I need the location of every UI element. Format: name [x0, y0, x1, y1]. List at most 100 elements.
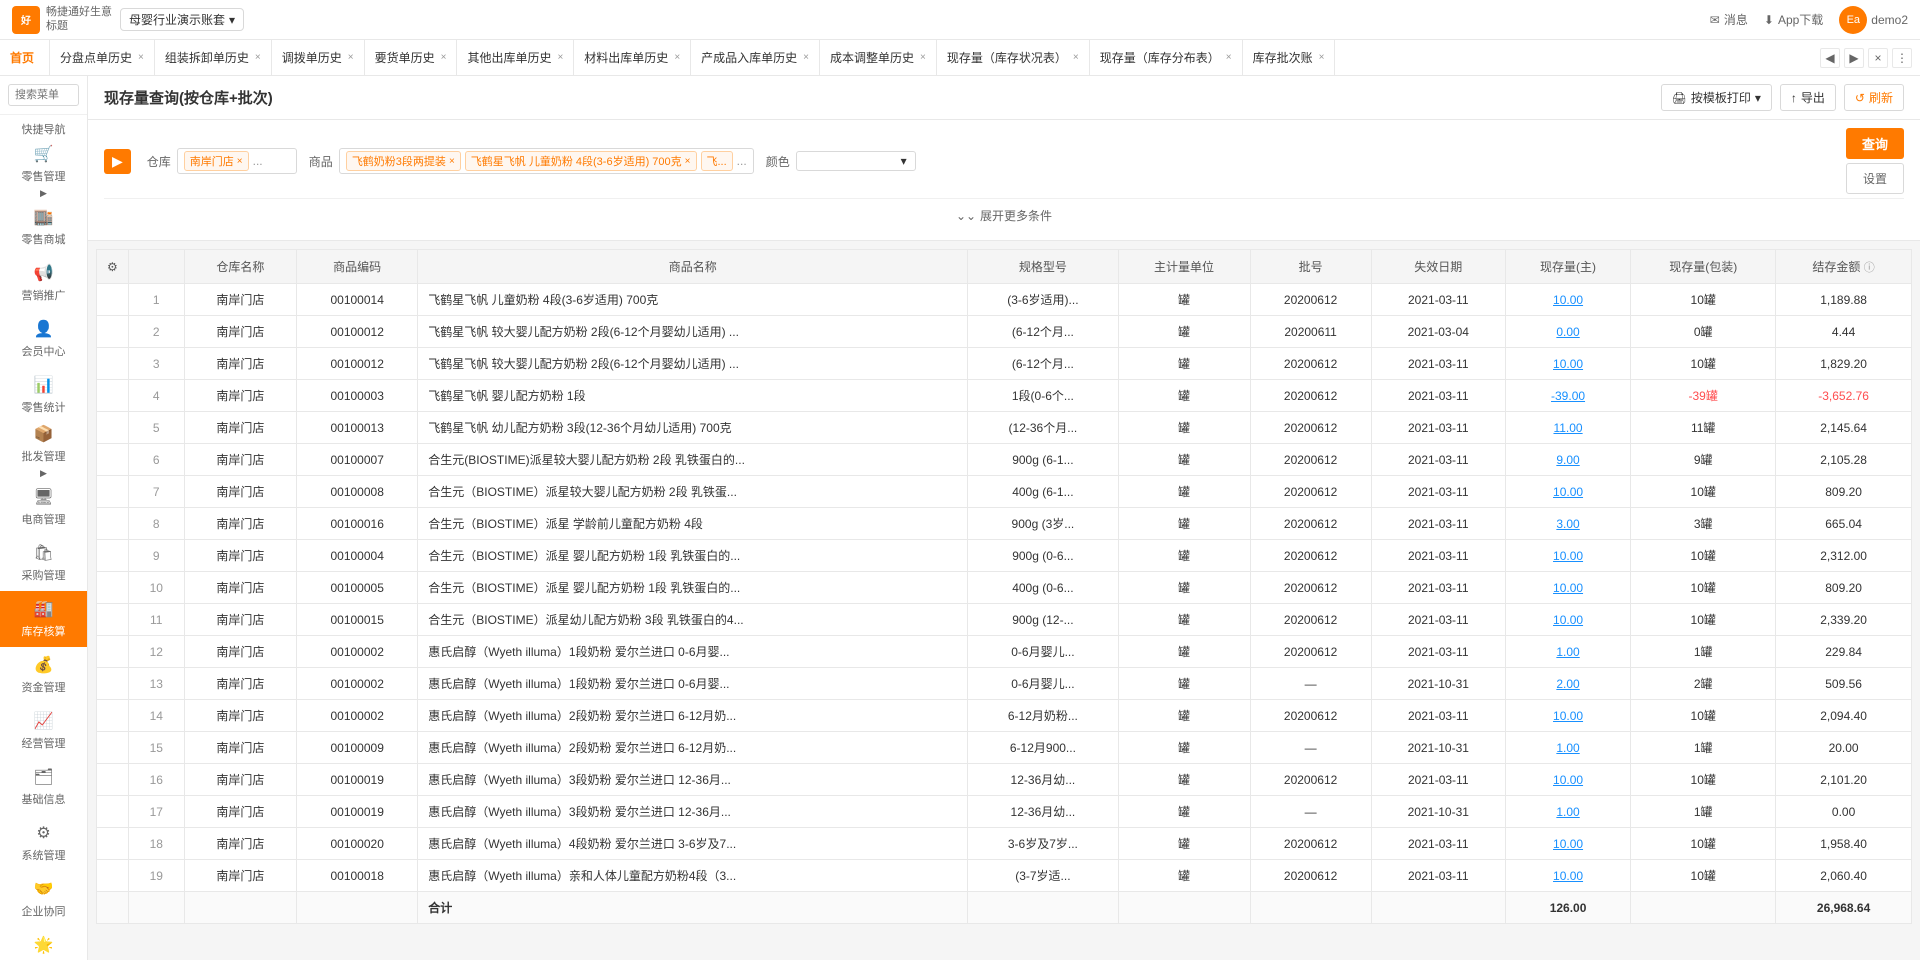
close-tab-cost-adjust[interactable]: ×: [920, 52, 926, 63]
sidebar-item-batch-mgr[interactable]: 📦 批发管理 ▶: [0, 423, 87, 479]
tabs-close-all[interactable]: ×: [1868, 48, 1888, 68]
sidebar-item-system[interactable]: ⚙ 系统管理: [0, 815, 87, 871]
tab-stock-status[interactable]: 现存量（库存状况表） ×: [937, 40, 1090, 76]
cell-spec: (6-12个月...: [968, 348, 1118, 380]
product-tag-1-close[interactable]: ×: [449, 156, 455, 167]
cell-stock-main[interactable]: 10.00: [1505, 540, 1630, 572]
close-tab-inventory-split[interactable]: ×: [138, 52, 144, 63]
expand-more-button[interactable]: ⌄⌄ 展开更多条件: [104, 203, 1904, 228]
cell-product-name: 合生元（BIOSTIME）派星幼儿配方奶粉 3段 乳铁蛋白的4...: [418, 604, 968, 636]
tab-home[interactable]: 首页: [0, 40, 50, 76]
message-button[interactable]: ✉ 消息: [1710, 11, 1748, 28]
sidebar-item-retail-mall[interactable]: 🏬 零售商城: [0, 199, 87, 255]
tab-inventory-split[interactable]: 分盘点单历史 ×: [50, 40, 155, 76]
tabs-prev[interactable]: ◀: [1820, 48, 1840, 68]
cell-warehouse: 南岸门店: [184, 348, 296, 380]
tab-other-out[interactable]: 其他出库单历史 ×: [457, 40, 574, 76]
sidebar-item-quick-nav[interactable]: 快捷导航: [0, 115, 87, 143]
cell-stock-main[interactable]: -39.00: [1505, 380, 1630, 412]
cell-stock-main[interactable]: 10.00: [1505, 572, 1630, 604]
tabs-next[interactable]: ▶: [1844, 48, 1864, 68]
cell-stock-main[interactable]: 9.00: [1505, 444, 1630, 476]
tab-stock-dist[interactable]: 现存量（库存分布表） ×: [1090, 40, 1243, 76]
tab-material-out[interactable]: 材料出库单历史 ×: [574, 40, 691, 76]
cell-stock-pkg: 10罐: [1631, 700, 1776, 732]
warehouse-filter: 仓库 南岸门店 × ...: [147, 148, 297, 174]
tabs-menu[interactable]: ⋮: [1892, 48, 1912, 68]
cell-stock-main[interactable]: 10.00: [1505, 348, 1630, 380]
product-tag-2-close[interactable]: ×: [685, 156, 691, 167]
close-tab-demand[interactable]: ×: [441, 52, 447, 63]
sidebar-item-finance[interactable]: 💰 资金管理: [0, 647, 87, 703]
cell-balance: 2,312.00: [1776, 540, 1912, 572]
user-menu[interactable]: Ea demo2: [1839, 6, 1908, 34]
warehouse-tag-container[interactable]: 南岸门店 × ...: [177, 148, 297, 174]
sidebar-search-input[interactable]: [8, 84, 79, 106]
cell-stock-main[interactable]: 10.00: [1505, 828, 1630, 860]
query-button[interactable]: 查询: [1846, 128, 1904, 159]
cell-batch: 20200612: [1250, 764, 1371, 796]
cell-stock-main[interactable]: 10.00: [1505, 860, 1630, 892]
export-button[interactable]: ↑ 导出: [1780, 84, 1836, 111]
close-tab-material-out[interactable]: ×: [674, 52, 680, 63]
cell-checkbox: [97, 700, 129, 732]
tab-disassemble[interactable]: 组装拆卸单历史 ×: [155, 40, 272, 76]
close-tab-stock-status[interactable]: ×: [1073, 52, 1079, 63]
store-selector[interactable]: 母婴行业演示账套 ▾: [120, 8, 244, 31]
warehouse-tag-close[interactable]: ×: [237, 156, 243, 167]
refresh-button[interactable]: ↺ 刷新: [1844, 84, 1904, 111]
tab-demand[interactable]: 要货单历史 ×: [365, 40, 458, 76]
sidebar-item-base-info[interactable]: 🗂 基础信息: [0, 759, 87, 815]
tab-batch-post[interactable]: 库存批次账 ×: [1243, 40, 1336, 76]
close-tab-product-in[interactable]: ×: [803, 52, 809, 63]
sidebar-item-ecommerce[interactable]: 🖥 电商管理: [0, 479, 87, 535]
close-tab-other-out[interactable]: ×: [557, 52, 563, 63]
cell-stock-main[interactable]: 0.00: [1505, 316, 1630, 348]
app-download-button[interactable]: ⬇ App下载: [1764, 11, 1823, 28]
tab-cost-adjust[interactable]: 成本调整单历史 ×: [820, 40, 937, 76]
cell-stock-main[interactable]: 10.00: [1505, 476, 1630, 508]
cell-row-num: 15: [128, 732, 184, 764]
enterprise-icon: 🤝: [34, 879, 54, 899]
balance-info-icon[interactable]: ⓘ: [1864, 262, 1875, 274]
close-tab-transfer[interactable]: ×: [348, 52, 354, 63]
members-icon: 👤: [34, 319, 54, 339]
cell-stock-main[interactable]: 10.00: [1505, 604, 1630, 636]
sidebar-item-retail-stats[interactable]: 📊 零售统计: [0, 367, 87, 423]
cell-product-code: 00100002: [297, 636, 418, 668]
sidebar-item-members[interactable]: 👤 会员中心: [0, 311, 87, 367]
tabs-actions: ◀ ▶ × ⋮: [1812, 48, 1920, 68]
sidebar-item-guide[interactable]: 🌟 新手引导: [0, 927, 87, 960]
close-tab-batch-post[interactable]: ×: [1319, 52, 1325, 63]
expand-icon-button[interactable]: ▶: [104, 149, 131, 174]
filter-area: ▶ 仓库 南岸门店 × ... 商品: [88, 120, 1920, 241]
cell-stock-main[interactable]: 3.00: [1505, 508, 1630, 540]
product-more-dots[interactable]: ...: [737, 154, 747, 168]
print-button[interactable]: 🖨 按模板打印 ▾: [1661, 84, 1772, 111]
sidebar-item-marketing[interactable]: 📢 营销推广: [0, 255, 87, 311]
tab-product-in[interactable]: 产成品入库单历史 ×: [691, 40, 820, 76]
cell-stock-main[interactable]: 10.00: [1505, 700, 1630, 732]
sidebar-item-retail[interactable]: 🛒 零售管理 ▶: [0, 143, 87, 199]
cell-stock-main[interactable]: 1.00: [1505, 732, 1630, 764]
sidebar-item-purchase[interactable]: 🛍 采购管理: [0, 535, 87, 591]
sidebar-item-ops[interactable]: 📈 经营管理: [0, 703, 87, 759]
cell-expire: 2021-03-11: [1371, 700, 1505, 732]
product-tag-container[interactable]: 飞鹤奶粉3段两提装 × 飞鹤星飞帆 儿童奶粉 4段(3-6岁适用) 700克 ×…: [339, 148, 754, 174]
sidebar-item-enterprise[interactable]: 🤝 企业协同: [0, 871, 87, 927]
tab-transfer[interactable]: 调拨单历史 ×: [272, 40, 365, 76]
cell-stock-main[interactable]: 10.00: [1505, 764, 1630, 796]
cell-checkbox: [97, 796, 129, 828]
cell-stock-main[interactable]: 11.00: [1505, 412, 1630, 444]
cell-stock-main[interactable]: 2.00: [1505, 668, 1630, 700]
close-tab-stock-dist[interactable]: ×: [1226, 52, 1232, 63]
th-settings[interactable]: ⚙: [97, 250, 129, 284]
color-dropdown[interactable]: ▾: [796, 151, 916, 171]
cell-stock-main[interactable]: 1.00: [1505, 636, 1630, 668]
settings-button[interactable]: 设置: [1846, 163, 1904, 194]
cell-stock-main[interactable]: 10.00: [1505, 284, 1630, 316]
warehouse-more-dots[interactable]: ...: [253, 154, 263, 168]
close-tab-disassemble[interactable]: ×: [255, 52, 261, 63]
cell-stock-main[interactable]: 1.00: [1505, 796, 1630, 828]
sidebar-item-inventory[interactable]: 🏭 库存核算: [0, 591, 87, 647]
